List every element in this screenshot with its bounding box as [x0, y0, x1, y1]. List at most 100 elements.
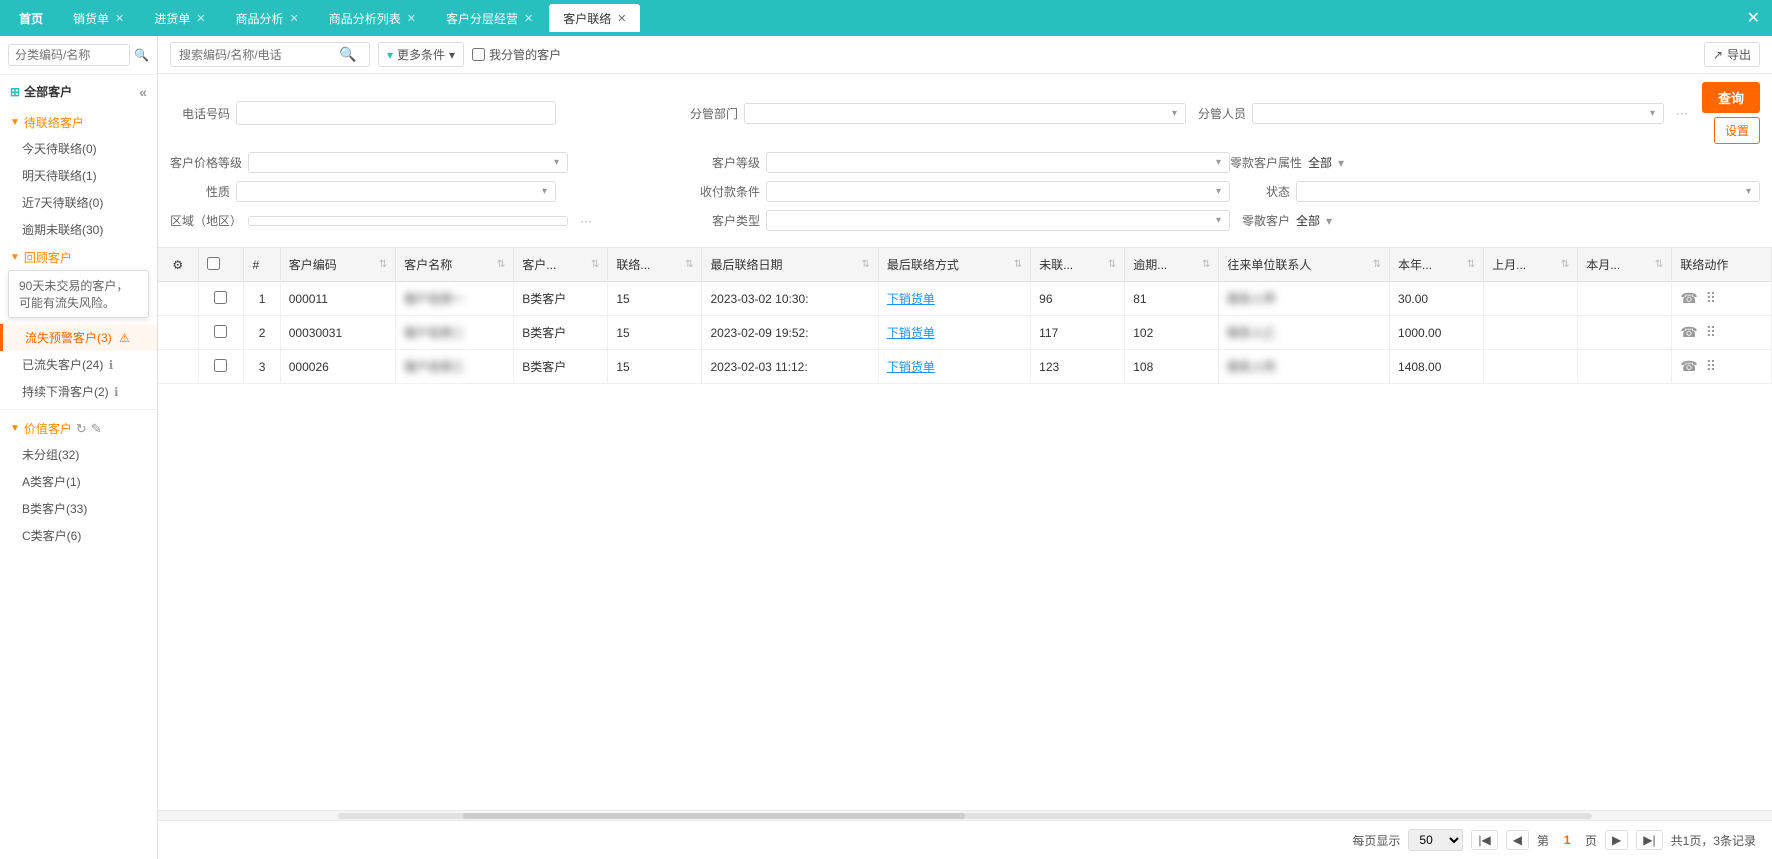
search-input[interactable]: [179, 48, 339, 62]
tab-customer-connect[interactable]: 客户联络 ✕: [549, 4, 640, 32]
customer-type-select[interactable]: ▾: [766, 210, 1230, 231]
chevron-down-icon: ▾: [449, 48, 455, 62]
first-page-btn[interactable]: |◀: [1471, 830, 1497, 850]
row3-name: 客户名称三: [396, 350, 514, 384]
th-level[interactable]: 客户... ⇅: [514, 248, 608, 282]
sidebar-section-value[interactable]: ▼ 价值客户 ↻ ✎: [0, 414, 157, 441]
tab-close-analysis-list[interactable]: ✕: [407, 12, 416, 25]
region-select[interactable]: [248, 216, 568, 226]
tab-customer-segment[interactable]: 客户分层经营 ✕: [432, 4, 547, 32]
close-window-icon[interactable]: ✕: [1747, 8, 1768, 28]
tab-sales[interactable]: 销货单 ✕: [59, 4, 138, 32]
more-conditions-btn[interactable]: ▾ 更多条件 ▾: [378, 42, 464, 67]
filter-row-3: 性质 ▾ 收付款条件 ▾ 状态: [170, 181, 1760, 202]
th-last-date[interactable]: 最后联络日期 ⇅: [702, 248, 878, 282]
sidebar-item-today[interactable]: 今天待联络(0): [0, 135, 157, 162]
tab-close-customer-segment[interactable]: ✕: [524, 12, 533, 25]
select-all-checkbox[interactable]: [207, 257, 220, 270]
setting-button[interactable]: 设置: [1714, 117, 1760, 144]
th-this-month[interactable]: 本月... ⇅: [1578, 248, 1672, 282]
next-page-btn[interactable]: ▶: [1605, 830, 1628, 850]
contact-icon3[interactable]: ☎: [1680, 358, 1697, 375]
last-page-btn[interactable]: ▶|: [1636, 830, 1662, 850]
row3-num: 3: [244, 350, 280, 384]
filter-gender: 性质 ▾: [170, 181, 700, 202]
more-action-icon2[interactable]: ⠿: [1706, 324, 1716, 341]
contact-icon[interactable]: ☎: [1680, 290, 1697, 307]
more-action-icon[interactable]: ⠿: [1706, 290, 1716, 307]
horizontal-scrollbar[interactable]: [158, 810, 1772, 820]
sidebar-item-tomorrow[interactable]: 明天待联络(1): [0, 162, 157, 189]
tab-home[interactable]: 首页: [5, 4, 57, 32]
phone-input[interactable]: [236, 101, 556, 125]
tab-analysis[interactable]: 商品分析 ✕: [221, 4, 312, 32]
tab-close-analysis[interactable]: ✕: [290, 12, 299, 25]
tab-close-purchase[interactable]: ✕: [196, 12, 205, 25]
tab-analysis-list[interactable]: 商品分析列表 ✕: [315, 4, 430, 32]
staff-more-icon[interactable]: ···: [1670, 106, 1694, 120]
payment-select[interactable]: ▾: [766, 181, 1230, 202]
sidebar-item-declining[interactable]: 持续下滑客户(2) ℹ: [0, 378, 157, 405]
sidebar-section-review[interactable]: ▼ 回顾客户: [0, 243, 157, 270]
scrollbar-thumb[interactable]: [463, 813, 965, 819]
dept-select[interactable]: ▾: [744, 103, 1186, 124]
staff-select[interactable]: ▾: [1252, 103, 1664, 124]
th-last-month[interactable]: 上月... ⇅: [1484, 248, 1578, 282]
th-this-year[interactable]: 本年... ⇅: [1390, 248, 1484, 282]
row1-checkbox[interactable]: [198, 282, 244, 316]
my-customers-checkbox[interactable]: [472, 48, 485, 61]
sidebar-search-icon[interactable]: 🔍: [134, 48, 149, 62]
row3-way[interactable]: 下销货单: [878, 350, 1030, 384]
row2-checkbox[interactable]: [198, 316, 244, 350]
settings-icon[interactable]: ⚙: [172, 258, 183, 272]
sidebar-item-churned[interactable]: 已流失客户(24) ℹ: [0, 351, 157, 378]
status-select[interactable]: ▾: [1296, 181, 1760, 202]
sidebar-item-ungroup[interactable]: 未分组(32): [0, 441, 157, 468]
data-table: ⚙ # 客户编码 ⇅: [158, 248, 1772, 384]
row1-uncontact: 96: [1031, 282, 1125, 316]
per-page-select[interactable]: 50 100: [1408, 829, 1463, 851]
sidebar-item-b-class[interactable]: B类客户(33): [0, 495, 157, 522]
th-uncontact[interactable]: 未联... ⇅: [1031, 248, 1125, 282]
more-action-icon3[interactable]: ⠿: [1706, 358, 1716, 375]
my-customers-checkbox-label[interactable]: 我分管的客户: [472, 46, 561, 63]
prev-page-btn[interactable]: ◀: [1506, 830, 1529, 850]
sidebar-item-churn-warning[interactable]: 流失预警客户(3) ⚠: [0, 324, 157, 351]
row1-way[interactable]: 下销货单: [878, 282, 1030, 316]
sort-icon-tmonth: ⇅: [1655, 259, 1663, 270]
row1-tmonth: [1578, 282, 1672, 316]
contact-icon2[interactable]: ☎: [1680, 324, 1697, 341]
tab-close-customer-connect[interactable]: ✕: [617, 12, 626, 25]
chevron-down-icon5[interactable]: ▾: [1338, 156, 1344, 170]
query-button[interactable]: 查询: [1702, 82, 1760, 113]
tab-purchase[interactable]: 进货单 ✕: [140, 4, 219, 32]
th-overdue[interactable]: 逾期... ⇅: [1125, 248, 1219, 282]
tab-close-sales[interactable]: ✕: [115, 12, 124, 25]
sidebar-section-pending[interactable]: ▼ 待联络客户: [0, 108, 157, 135]
sidebar-item-7days[interactable]: 近7天待联络(0): [0, 189, 157, 216]
export-btn[interactable]: ↗ 导出: [1704, 42, 1760, 67]
price-tier-select[interactable]: ▾: [248, 152, 568, 173]
th-last-way[interactable]: 最后联络方式 ⇅: [878, 248, 1030, 282]
customer-level-select[interactable]: ▾: [766, 152, 1230, 173]
th-unit-contact[interactable]: 往来单位联系人 ⇅: [1219, 248, 1390, 282]
gender-select[interactable]: ▾: [236, 181, 556, 202]
chevron-down-icon10[interactable]: ▾: [1326, 214, 1332, 228]
th-contact[interactable]: 联络... ⇅: [608, 248, 702, 282]
row2-way[interactable]: 下销货单: [878, 316, 1030, 350]
th-name[interactable]: 客户名称 ⇅: [396, 248, 514, 282]
th-settings[interactable]: ⚙: [158, 248, 198, 282]
collapse-icon[interactable]: «: [139, 84, 147, 100]
th-code[interactable]: 客户编码 ⇅: [280, 248, 396, 282]
row3-checkbox[interactable]: [198, 350, 244, 384]
th-actions: 联络动作: [1672, 248, 1772, 282]
sidebar-search-input[interactable]: [8, 44, 130, 66]
sidebar-item-a-class[interactable]: A类客户(1): [0, 468, 157, 495]
th-checkbox[interactable]: [198, 248, 244, 282]
sidebar-all-customers[interactable]: ⊞ 全部客户 «: [0, 75, 157, 108]
sidebar-item-c-class[interactable]: C类客户(6): [0, 522, 157, 549]
region-more-icon[interactable]: ···: [574, 214, 598, 228]
sidebar-item-overdue[interactable]: 逾期未联络(30): [0, 216, 157, 243]
table-row: 3 000026 客户名称三 B类客户 15 2023-02-03 11:12:…: [158, 350, 1772, 384]
search-icon[interactable]: 🔍: [339, 46, 356, 63]
